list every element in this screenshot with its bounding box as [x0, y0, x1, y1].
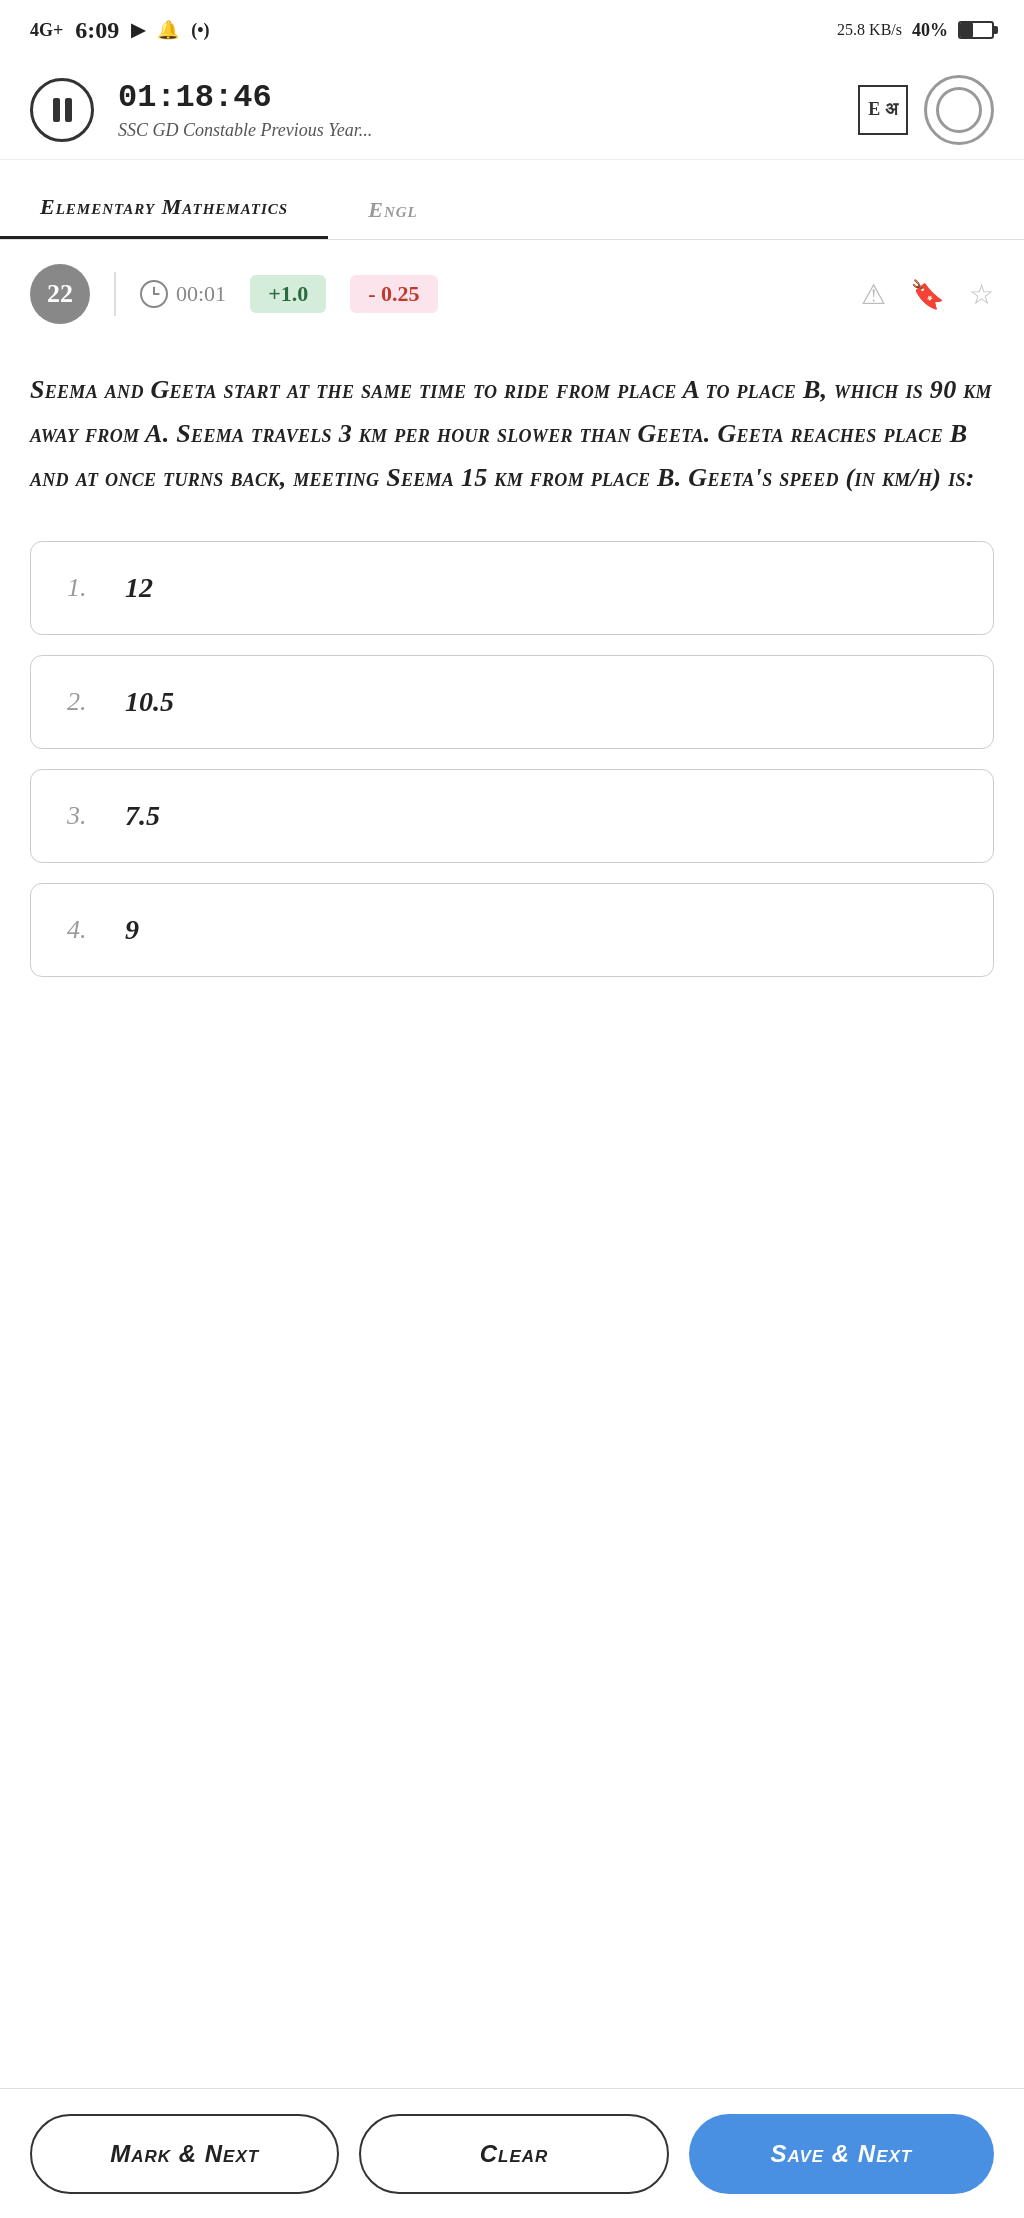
settings-circle-icon[interactable]	[924, 75, 994, 145]
clock-icon	[140, 280, 168, 308]
option-3-value: 7.5	[125, 800, 160, 832]
pause-icon	[53, 98, 72, 122]
meta-divider	[114, 272, 116, 316]
save-next-button[interactable]: Save & Next	[689, 2114, 994, 2194]
media-bar: 01:18:46 SSC GD Constable Previous Year.…	[0, 60, 1024, 160]
timer-value: 00:01	[176, 281, 226, 307]
negative-mark: - 0.25	[350, 275, 437, 313]
audio-icon: (•)	[191, 20, 209, 41]
media-title: SSC GD Constable Previous Year...	[118, 120, 834, 141]
option-2-number: 2.	[67, 687, 97, 717]
tabs-bar: Elementary Mathematics Engl	[0, 160, 1024, 240]
media-timer: 01:18:46	[118, 79, 834, 116]
battery-icon	[958, 21, 994, 39]
network-speed: 25.8 KB/s	[837, 21, 902, 39]
meta-action-icons: ⚠ 🔖 ☆	[861, 278, 994, 311]
battery-percent: 40%	[912, 20, 948, 41]
question-number: 22	[30, 264, 90, 324]
bookmark-icon[interactable]: 🔖	[910, 278, 945, 311]
bottom-action-bar: Mark & Next Clear Save & Next	[0, 2088, 1024, 2218]
pause-button[interactable]	[30, 78, 94, 142]
option-1[interactable]: 1. 12	[30, 541, 994, 635]
language-badge[interactable]: E अ	[858, 85, 908, 135]
question-timer: 00:01	[140, 280, 226, 308]
option-3[interactable]: 3. 7.5	[30, 769, 994, 863]
status-left: 4G+ 6:09 ▶ 🔔 (•)	[30, 17, 210, 44]
main-content: 22 00:01 +1.0 - 0.25 ⚠ 🔖 ☆ Seema and Gee…	[0, 240, 1024, 1127]
question-meta-row: 22 00:01 +1.0 - 0.25 ⚠ 🔖 ☆	[0, 240, 1024, 348]
option-4-value: 9	[125, 914, 139, 946]
positive-mark: +1.0	[250, 275, 326, 313]
option-4[interactable]: 4. 9	[30, 883, 994, 977]
tab-mathematics[interactable]: Elementary Mathematics	[0, 194, 328, 239]
tab-english[interactable]: Engl	[328, 197, 458, 239]
option-1-number: 1.	[67, 573, 97, 603]
option-1-value: 12	[125, 572, 153, 604]
question-text: Seema and Geeta start at the same time t…	[0, 348, 1024, 531]
media-icons-right: E अ	[858, 75, 994, 145]
signal-indicator: 4G+	[30, 20, 63, 41]
options-container: 1. 12 2. 10.5 3. 7.5 4. 9	[0, 531, 1024, 987]
notification-icon: 🔔	[157, 19, 179, 41]
option-2[interactable]: 2. 10.5	[30, 655, 994, 749]
option-4-number: 4.	[67, 915, 97, 945]
mark-next-button[interactable]: Mark & Next	[30, 2114, 339, 2194]
media-info: 01:18:46 SSC GD Constable Previous Year.…	[118, 79, 834, 141]
status-right: 25.8 KB/s 40%	[837, 20, 994, 41]
warning-icon[interactable]: ⚠	[861, 278, 886, 311]
option-3-number: 3.	[67, 801, 97, 831]
status-bar: 4G+ 6:09 ▶ 🔔 (•) 25.8 KB/s 40%	[0, 0, 1024, 60]
play-indicator: ▶	[131, 19, 145, 41]
option-2-value: 10.5	[125, 686, 174, 718]
clear-button[interactable]: Clear	[359, 2114, 668, 2194]
time-display: 6:09	[75, 17, 119, 44]
star-icon[interactable]: ☆	[969, 278, 994, 311]
